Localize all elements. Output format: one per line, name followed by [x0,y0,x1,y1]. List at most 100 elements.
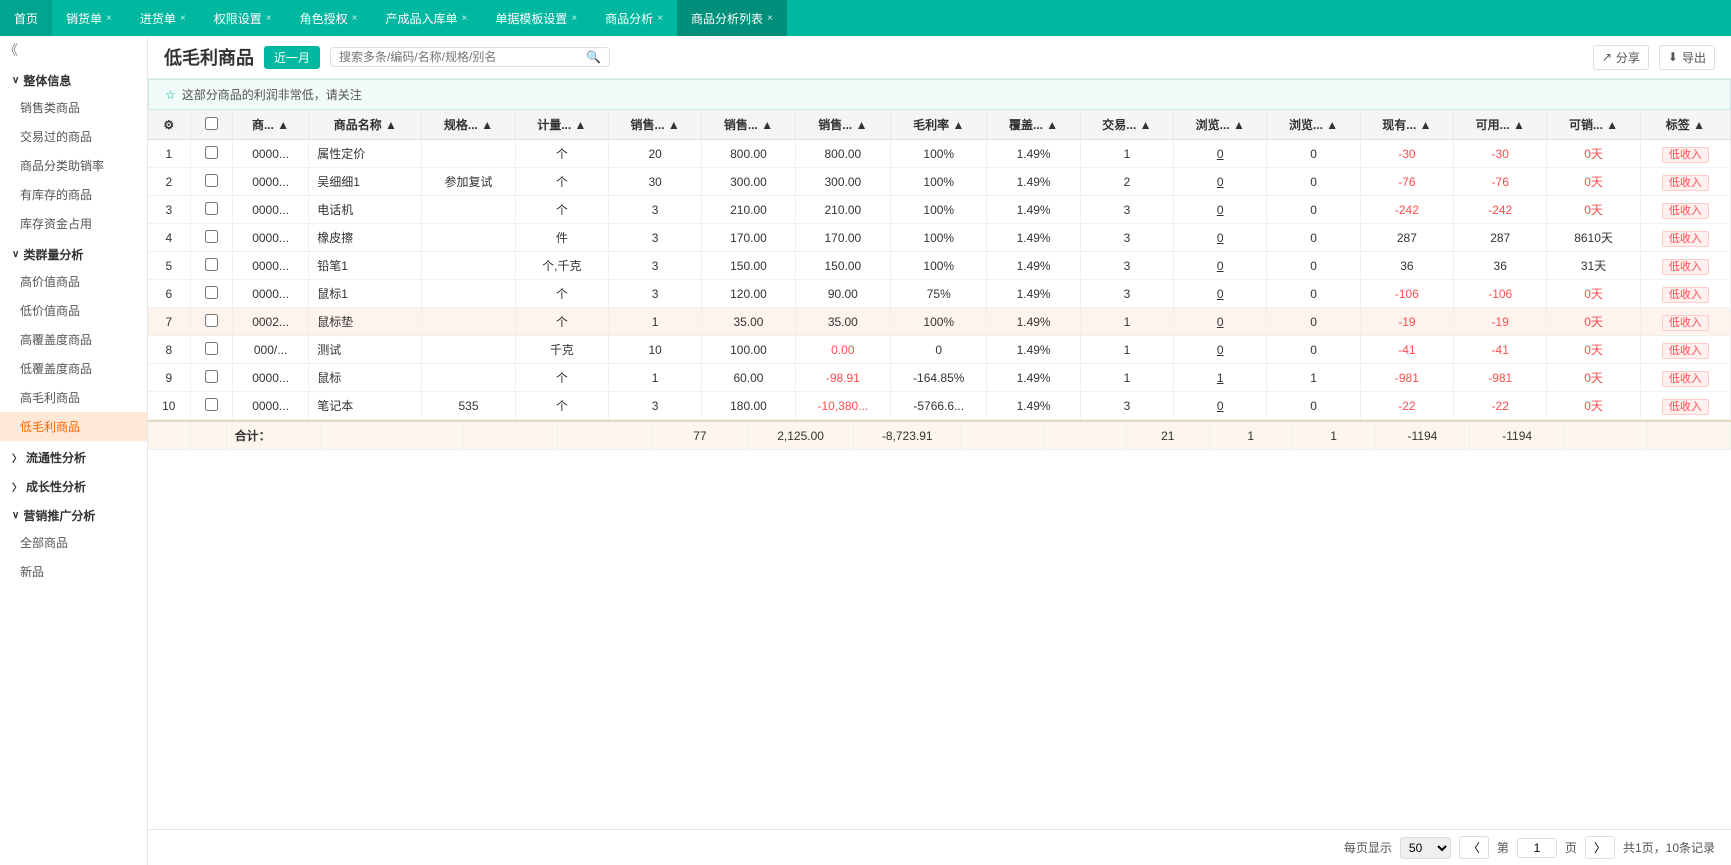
sidebar-item-sales-goods[interactable]: 销售类商品 [0,93,147,122]
th-coverage[interactable]: 覆盖... ▲ [987,110,1080,140]
search-input[interactable] [339,50,582,64]
close-icon[interactable]: × [461,13,467,24]
next-page-btn[interactable]: 〉 [1585,836,1615,859]
nav-sales[interactable]: 销货单 × [52,0,126,36]
row-name[interactable]: 笔记本 [309,392,422,420]
sidebar-item-capital[interactable]: 库存资金占用 [0,209,147,238]
sidebar-group-cluster[interactable]: ∨ 类群量分析 [0,238,147,267]
sidebar-item-low-value[interactable]: 低价值商品 [0,296,147,325]
sidebar-group-liquidity[interactable]: 〉 流通性分析 [0,441,147,470]
page-input[interactable] [1517,838,1557,858]
th-days[interactable]: 可销... ▲ [1547,110,1640,140]
row-checkbox[interactable] [190,364,232,392]
row-checkbox[interactable] [190,196,232,224]
th-browse2[interactable]: 浏览... ▲ [1267,110,1360,140]
row-select-checkbox[interactable] [205,370,218,383]
row-name[interactable]: 测试 [309,336,422,364]
th-code[interactable]: 商... ▲ [232,110,308,140]
nav-role[interactable]: 角色授权 × [286,0,372,36]
per-page-select[interactable]: 50 20 100 [1400,837,1451,859]
th-amount[interactable]: 销售... ▲ [795,110,890,140]
th-settings[interactable]: ⚙ [148,110,190,140]
row-select-checkbox[interactable] [205,202,218,215]
sidebar-item-category-rate[interactable]: 商品分类助销率 [0,151,147,180]
row-select-checkbox[interactable] [205,286,218,299]
sidebar-item-low-margin[interactable]: 低毛利商品 [0,412,147,441]
row-select-checkbox[interactable] [205,230,218,243]
nav-template[interactable]: 单据模板设置 × [481,0,591,36]
row-trade[interactable]: 0 [1174,336,1267,364]
row-name[interactable]: 橡皮擦 [309,224,422,252]
share-button[interactable]: ↗ 分享 [1593,45,1649,70]
search-icon[interactable]: 🔍 [586,50,601,64]
row-checkbox[interactable] [190,252,232,280]
row-select-checkbox[interactable] [205,174,218,187]
nav-product-analysis[interactable]: 商品分析 × [591,0,677,36]
nav-home[interactable]: 首页 [0,0,52,36]
close-icon[interactable]: × [106,13,112,24]
th-trade[interactable]: 交易... ▲ [1080,110,1173,140]
sidebar-item-inventory-goods[interactable]: 有库存的商品 [0,180,147,209]
row-trade[interactable]: 0 [1174,168,1267,196]
nav-purchase[interactable]: 进货单 × [126,0,200,36]
th-stock[interactable]: 现有... ▲ [1360,110,1453,140]
row-trade[interactable]: 0 [1174,280,1267,308]
sidebar-collapse-btn[interactable]: 《 [0,36,22,64]
sidebar-item-traded-goods[interactable]: 交易过的商品 [0,122,147,151]
th-price[interactable]: 销售... ▲ [702,110,795,140]
sidebar-group-marketing[interactable]: ∨ 营销推广分析 [0,499,147,528]
nav-permission[interactable]: 权限设置 × [200,0,286,36]
th-margin-rate[interactable]: 毛利率 ▲ [891,110,987,140]
th-qty[interactable]: 销售... ▲ [608,110,701,140]
sidebar-group-growth[interactable]: 〉 成长性分析 [0,470,147,499]
row-name[interactable]: 吴细细1 [309,168,422,196]
th-unit[interactable]: 计量... ▲ [515,110,608,140]
row-trade[interactable]: 0 [1174,224,1267,252]
row-checkbox[interactable] [190,392,232,420]
nav-product-analysis-list[interactable]: 商品分析列表 × [677,0,787,36]
nav-product-in[interactable]: 产成品入库单 × [371,0,481,36]
row-name[interactable]: 鼠标1 [309,280,422,308]
sidebar-item-high-coverage[interactable]: 高覆盖度商品 [0,325,147,354]
row-trade[interactable]: 0 [1174,196,1267,224]
sidebar-item-all-goods[interactable]: 全部商品 [0,528,147,557]
close-icon[interactable]: × [352,13,358,24]
row-trade[interactable]: 0 [1174,392,1267,420]
row-checkbox[interactable] [190,168,232,196]
row-name[interactable]: 鼠标 [309,364,422,392]
sidebar-item-low-coverage[interactable]: 低覆盖度商品 [0,354,147,383]
sidebar-item-high-margin[interactable]: 高毛利商品 [0,383,147,412]
th-name[interactable]: 商品名称 ▲ [309,110,422,140]
sidebar-item-high-value[interactable]: 高价值商品 [0,267,147,296]
row-name[interactable]: 属性定价 [309,140,422,168]
row-select-checkbox[interactable] [205,342,218,355]
row-trade[interactable]: 1 [1174,364,1267,392]
row-select-checkbox[interactable] [205,314,218,327]
row-name[interactable]: 铅笔1 [309,252,422,280]
row-checkbox[interactable] [190,140,232,168]
row-checkbox[interactable] [190,280,232,308]
sidebar-item-new-goods[interactable]: 新品 [0,557,147,586]
th-tag[interactable]: 标签 ▲ [1640,110,1730,140]
row-trade[interactable]: 0 [1174,308,1267,336]
row-name[interactable]: 电话机 [309,196,422,224]
sidebar-group-overall[interactable]: ∨ 整体信息 [0,64,147,93]
export-button[interactable]: ⬇ 导出 [1659,45,1715,70]
select-all-checkbox[interactable] [205,117,218,130]
row-select-checkbox[interactable] [205,258,218,271]
row-checkbox[interactable] [190,336,232,364]
th-browse1[interactable]: 浏览... ▲ [1174,110,1267,140]
close-icon[interactable]: × [266,13,272,24]
close-icon[interactable]: × [767,13,773,24]
period-button[interactable]: 近一月 [264,46,320,69]
close-icon[interactable]: × [180,13,186,24]
row-name[interactable]: 鼠标垫 [309,308,422,336]
close-icon[interactable]: × [657,13,663,24]
row-checkbox[interactable] [190,224,232,252]
th-spec[interactable]: 规格... ▲ [422,110,515,140]
close-icon[interactable]: × [571,13,577,24]
row-trade[interactable]: 0 [1174,140,1267,168]
row-checkbox[interactable] [190,308,232,336]
row-trade[interactable]: 0 [1174,252,1267,280]
th-avail[interactable]: 可用... ▲ [1454,110,1547,140]
